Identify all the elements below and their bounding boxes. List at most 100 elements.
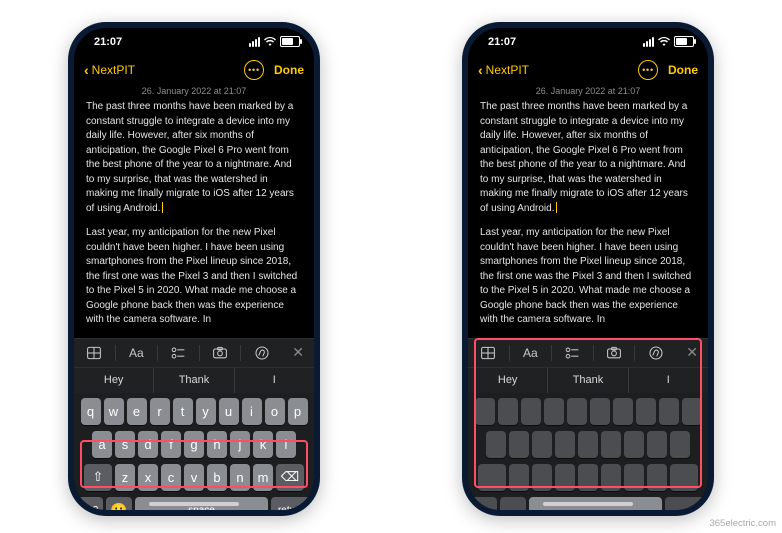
blank-key (578, 464, 598, 491)
handwriting-button[interactable] (241, 345, 282, 361)
watermark: 365electric.com (709, 518, 776, 529)
blank-key (498, 398, 518, 425)
key-v[interactable]: v (184, 464, 204, 491)
key-o[interactable]: o (265, 398, 285, 425)
wifi-icon (264, 37, 276, 46)
blank-key (532, 431, 552, 458)
keyboard: q w e r t y u i o p a s d f g h (74, 393, 314, 511)
key-t[interactable]: t (173, 398, 193, 425)
blank-key (567, 398, 587, 425)
key-x[interactable]: x (138, 464, 158, 491)
key-j[interactable]: j (230, 431, 250, 458)
suggestion-0[interactable]: Hey (74, 368, 154, 393)
predictive-bar: Hey Thank I (74, 368, 314, 393)
blank-key (624, 431, 644, 458)
suggestion-1[interactable]: Thank (154, 368, 234, 393)
camera-button[interactable] (594, 345, 635, 361)
blank-key (682, 398, 702, 425)
screen: 21:07 ‹ NextPIT ••• Done 26. January 202… (468, 28, 708, 510)
key-i[interactable]: i (242, 398, 262, 425)
key-m[interactable]: m (253, 464, 273, 491)
note-para-2: Last year, my anticipation for the new P… (480, 226, 696, 328)
camera-button[interactable] (200, 345, 241, 361)
key-b[interactable]: b (207, 464, 227, 491)
blank-key (555, 464, 575, 491)
notch (140, 28, 248, 48)
key-d[interactable]: d (138, 431, 158, 458)
close-icon: ✕ (686, 344, 698, 360)
back-button[interactable]: ‹ NextPIT (84, 62, 135, 78)
blank-key (601, 464, 621, 491)
kb-row-3: ⇧ z x c v b n m ⌫ (77, 464, 311, 491)
handwriting-button[interactable] (635, 345, 676, 361)
key-numbers[interactable]: 123 (77, 497, 103, 511)
checklist-button[interactable] (158, 345, 199, 361)
key-k[interactable]: k (253, 431, 273, 458)
suggestion-1[interactable]: Thank (548, 368, 628, 393)
key-c[interactable]: c (161, 464, 181, 491)
note-para-1: The past three months have been marked b… (86, 101, 294, 214)
key-f[interactable]: f (161, 431, 181, 458)
blank-key (647, 464, 667, 491)
more-options-button[interactable]: ••• (244, 60, 264, 80)
battery-icon (280, 36, 300, 47)
key-w[interactable]: w (104, 398, 124, 425)
notch (534, 28, 642, 48)
key-z[interactable]: z (115, 464, 135, 491)
camera-icon (606, 345, 622, 361)
handwriting-icon (648, 345, 664, 361)
key-q[interactable]: q (81, 398, 101, 425)
checklist-button[interactable] (552, 345, 593, 361)
home-indicator[interactable] (149, 502, 239, 506)
key-a[interactable]: a (92, 431, 112, 458)
home-indicator[interactable] (543, 502, 633, 506)
key-shift[interactable]: ⇧ (84, 464, 112, 491)
key-h[interactable]: h (207, 431, 227, 458)
key-n[interactable]: n (230, 464, 250, 491)
note-para-2: Last year, my anticipation for the new P… (86, 226, 302, 328)
table-button[interactable] (468, 345, 509, 361)
suggestion-2[interactable]: I (235, 368, 314, 393)
key-e[interactable]: e (127, 398, 147, 425)
table-button[interactable] (74, 345, 115, 361)
key-y[interactable]: y (196, 398, 216, 425)
more-options-button[interactable]: ••• (638, 60, 658, 80)
key-r[interactable]: r (150, 398, 170, 425)
comparison-stage: 21:07 ‹ NextPIT ••• Done 26. January 202… (0, 0, 782, 533)
key-l[interactable]: l (276, 431, 296, 458)
keyboard-trackpad-mode[interactable] (468, 393, 708, 511)
note-body[interactable]: The past three months have been marked b… (74, 100, 314, 328)
format-toolbar: Aa ✕ (74, 338, 314, 368)
kb-row-1: q w e r t y u i o p (77, 398, 311, 425)
text-format-button[interactable]: Aa (510, 346, 551, 360)
key-u[interactable]: u (219, 398, 239, 425)
key-emoji[interactable]: 😀 (106, 497, 132, 511)
back-button[interactable]: ‹ NextPIT (478, 62, 529, 78)
table-icon (86, 345, 102, 361)
note-date: 26. January 2022 at 21:07 (74, 84, 314, 100)
kb-row-3-blank (471, 464, 705, 491)
key-s[interactable]: s (115, 431, 135, 458)
blank-key (509, 431, 529, 458)
toolbar-close-button[interactable]: ✕ (282, 344, 314, 361)
blank-key (590, 398, 610, 425)
key-backspace[interactable]: ⌫ (276, 464, 304, 491)
suggestion-2[interactable]: I (629, 368, 708, 393)
checklist-icon (170, 345, 186, 361)
phone-right: 21:07 ‹ NextPIT ••• Done 26. January 202… (462, 22, 714, 516)
blank-key (601, 431, 621, 458)
key-p[interactable]: p (288, 398, 308, 425)
key-g[interactable]: g (184, 431, 204, 458)
text-format-button[interactable]: Aa (116, 346, 157, 360)
suggestion-0[interactable]: Hey (468, 368, 548, 393)
status-time: 21:07 (488, 36, 516, 48)
status-icons (643, 36, 694, 47)
done-button[interactable]: Done (274, 63, 304, 77)
note-para-1: The past three months have been marked b… (480, 101, 688, 214)
toolbar-close-button[interactable]: ✕ (676, 344, 708, 361)
close-icon: ✕ (292, 344, 304, 360)
done-button[interactable]: Done (668, 63, 698, 77)
note-body[interactable]: The past three months have been marked b… (468, 100, 708, 328)
key-return[interactable]: return (271, 497, 311, 511)
phone-left: 21:07 ‹ NextPIT ••• Done 26. January 202… (68, 22, 320, 516)
